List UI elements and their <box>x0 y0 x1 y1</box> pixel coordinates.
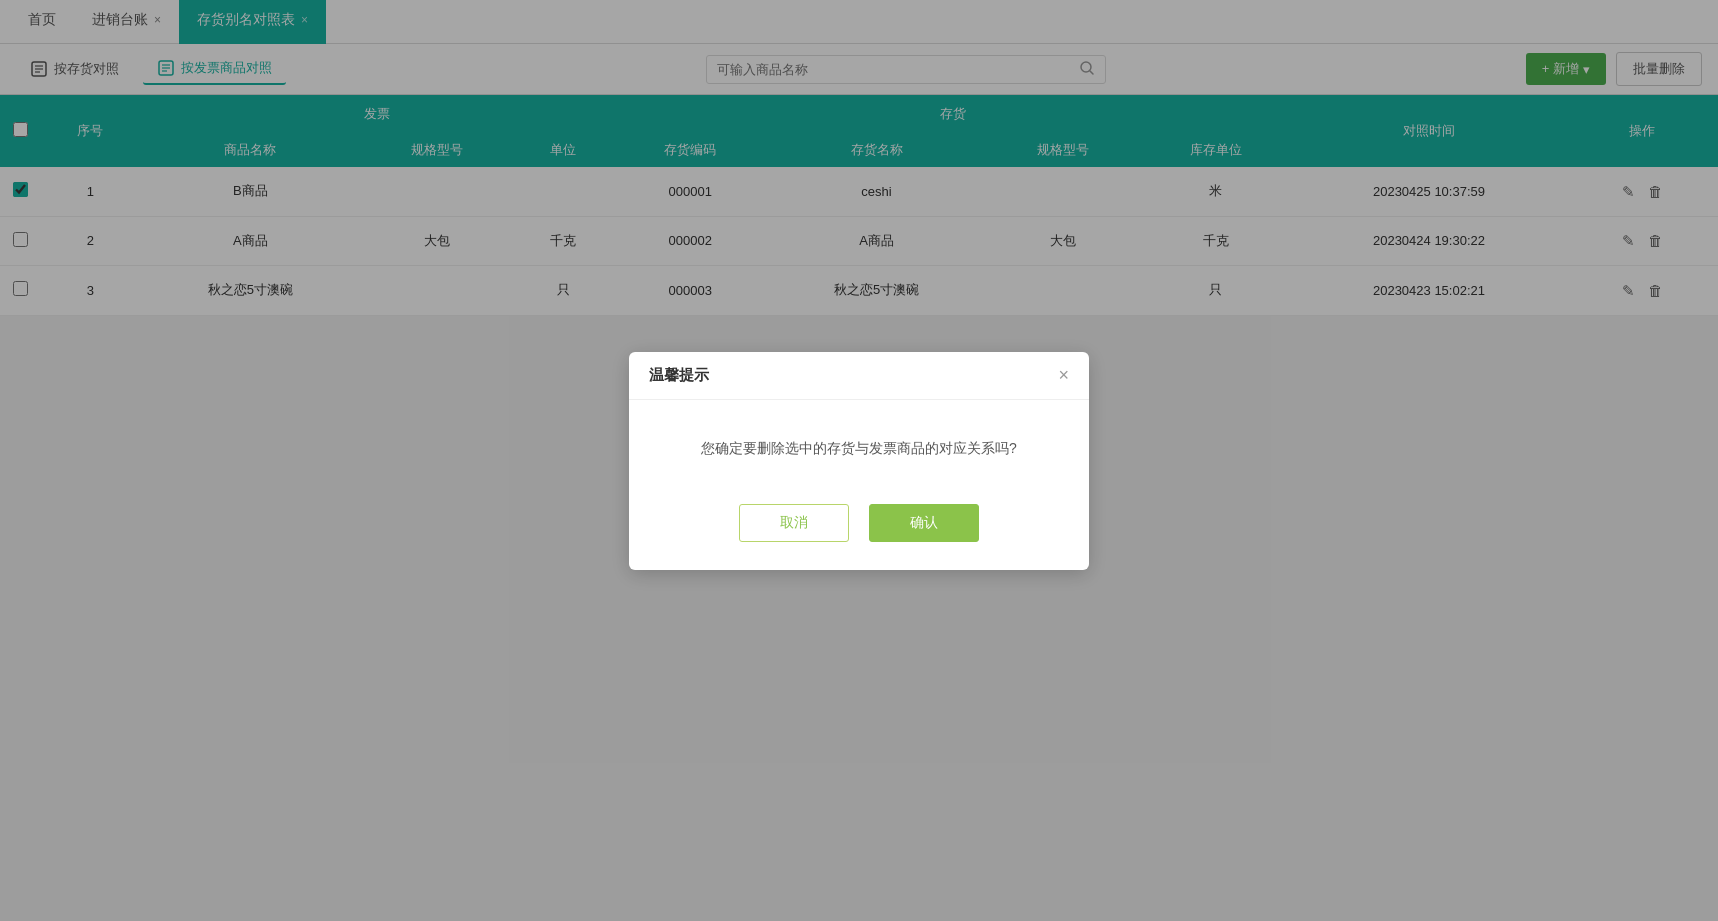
modal-overlay: 温馨提示 × 您确定要删除选中的存货与发票商品的对应关系吗? 取消 确认 <box>0 0 1718 316</box>
